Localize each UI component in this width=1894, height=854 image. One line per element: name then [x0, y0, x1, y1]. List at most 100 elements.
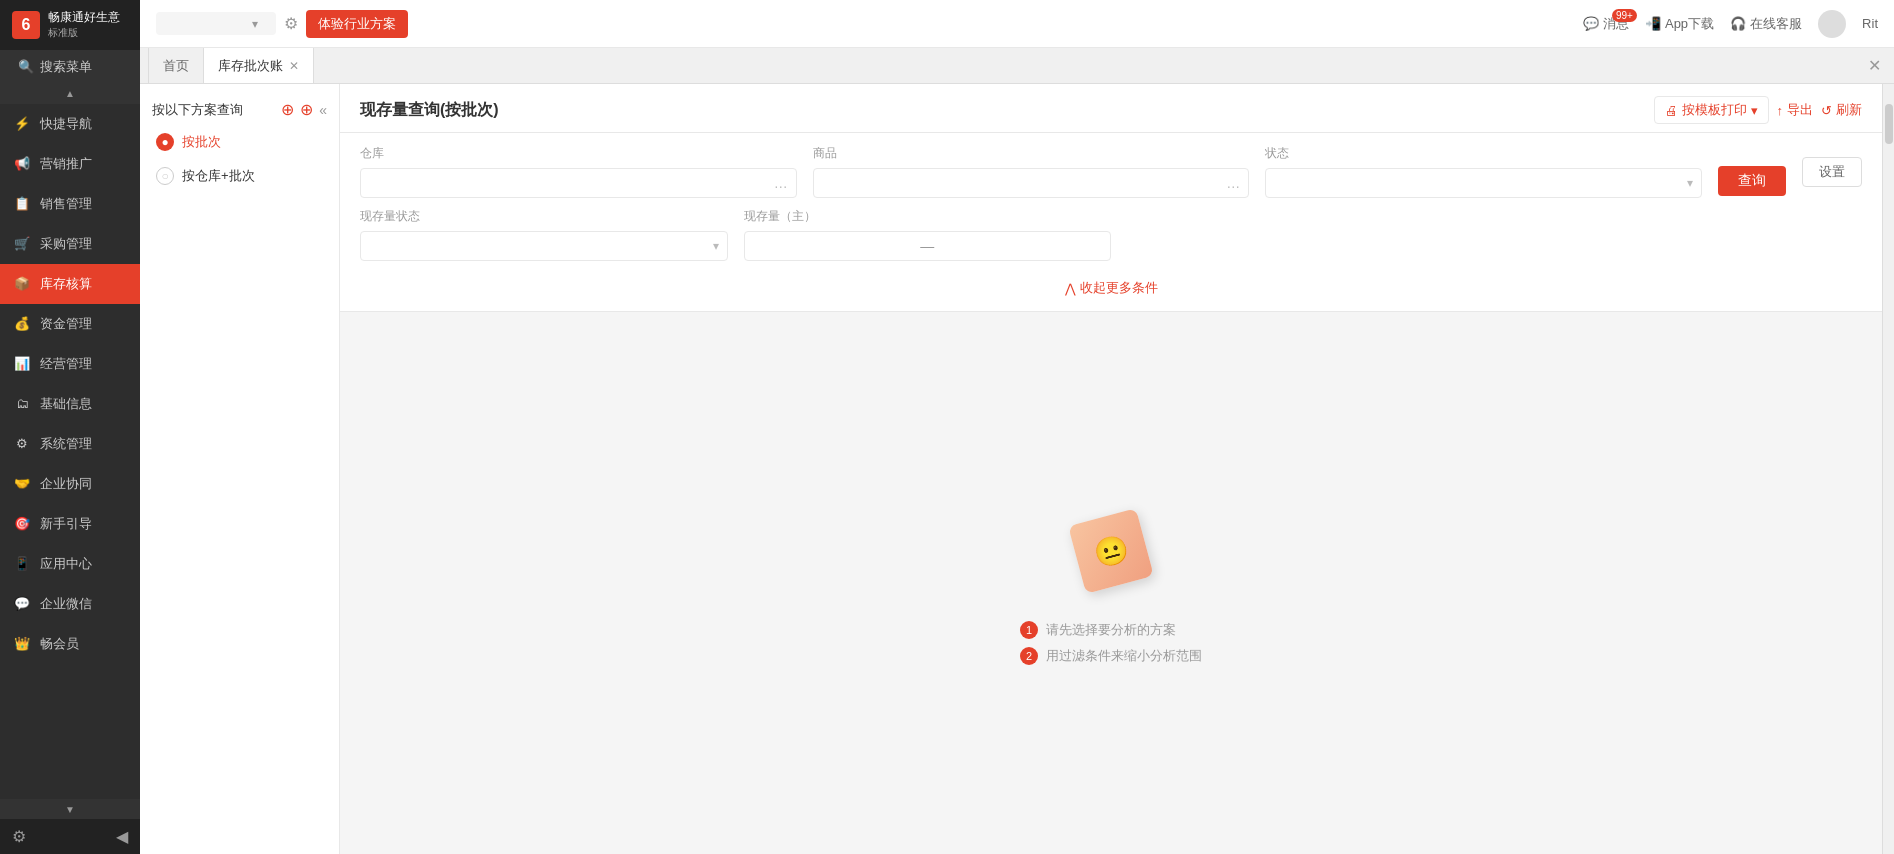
scheme-header-actions: ⊕ ⊕ «: [281, 100, 327, 119]
app-subtitle: 标准版: [48, 26, 120, 40]
query-button[interactable]: 查询: [1718, 166, 1786, 196]
warehouse-dots[interactable]: …: [774, 175, 788, 191]
scheme-collapse-icon[interactable]: «: [319, 102, 327, 118]
username-label[interactable]: Rit: [1862, 16, 1878, 31]
sidebar-item-member[interactable]: 👑 畅会员: [0, 624, 140, 664]
app-download-button[interactable]: 📲 App下载: [1645, 15, 1714, 33]
sidebar-scroll-down[interactable]: ▼: [0, 799, 140, 819]
empty-state: 😐 1 请先选择要分析的方案 2 用过滤条件来缩小分析范围: [1020, 501, 1202, 665]
print-button[interactable]: 🖨 按模板打印 ▾: [1654, 96, 1769, 124]
inventory-status-chevron: ▾: [713, 239, 719, 253]
refresh-icon: ↺: [1821, 103, 1832, 118]
finance-icon: 💰: [12, 314, 32, 334]
hint-number-2: 2: [1020, 647, 1038, 665]
scheme-item-by-batch[interactable]: ● 按批次: [140, 125, 339, 159]
sidebar-item-label: 畅会员: [40, 635, 79, 653]
hint-item-2: 2 用过滤条件来缩小分析范围: [1020, 647, 1202, 665]
topbar-search-input[interactable]: [166, 16, 246, 31]
scheme-item-by-warehouse-batch[interactable]: ○ 按仓库+批次: [140, 159, 339, 193]
basic-icon: 🗂: [12, 394, 32, 414]
service-icon: 🎧: [1730, 16, 1746, 31]
settings-footer-icon[interactable]: ⚙: [12, 827, 26, 846]
collapse-row[interactable]: ⋀ 收起更多条件: [360, 271, 1862, 299]
message-button[interactable]: 💬 消息 99+: [1583, 15, 1629, 33]
sidebar-item-sales[interactable]: 📋 销售管理: [0, 184, 140, 224]
sidebar-item-shortcut[interactable]: ⚡ 快捷导航: [0, 104, 140, 144]
sidebar-item-marketing[interactable]: 📢 营销推广: [0, 144, 140, 184]
trial-button[interactable]: 体验行业方案: [306, 10, 408, 38]
scheme-active-dot: ●: [156, 133, 174, 151]
sidebar-item-finance[interactable]: 💰 资金管理: [0, 304, 140, 344]
empty-face-icon: 😐: [1090, 531, 1132, 572]
sidebar-item-label: 新手引导: [40, 515, 92, 533]
sidebar-item-label: 资金管理: [40, 315, 92, 333]
inventory-qty-min-input[interactable]: [753, 239, 917, 254]
filter-row-1: 仓库 … 商品 … 状态: [360, 145, 1862, 198]
apps-icon: 📱: [12, 554, 32, 574]
refresh-button[interactable]: ↺ 刷新: [1821, 101, 1862, 119]
collapse-label: 收起更多条件: [1080, 279, 1158, 297]
close-all-tabs-button[interactable]: ✕: [1862, 54, 1886, 78]
empty-icon-wrap: 😐: [1061, 501, 1161, 601]
page-header: 现存量查询(按批次) 🖨 按模板打印 ▾ ↑ 导出 ↺ 刷新: [340, 84, 1882, 133]
search-menu[interactable]: 🔍 搜索菜单: [0, 50, 140, 84]
goods-label: 商品: [813, 145, 1250, 162]
add-scheme-icon[interactable]: ⊕: [281, 100, 294, 119]
sidebar-item-newbie[interactable]: 🎯 新手引导: [0, 504, 140, 544]
empty-icon-box: 😐: [1068, 508, 1154, 594]
export-button[interactable]: ↑ 导出: [1777, 101, 1814, 119]
scheme-settings-icon[interactable]: ⊕: [300, 100, 313, 119]
inventory-qty-max-input[interactable]: [938, 239, 1102, 254]
sidebar-item-label: 应用中心: [40, 555, 92, 573]
sales-icon: 📋: [12, 194, 32, 214]
inventory-status-select[interactable]: [369, 239, 709, 254]
goods-input[interactable]: [822, 176, 1227, 191]
tab-close-icon[interactable]: ✕: [289, 59, 299, 73]
sidebar-item-basic[interactable]: 🗂 基础信息: [0, 384, 140, 424]
sidebar-item-enterprise[interactable]: 🤝 企业协同: [0, 464, 140, 504]
goods-input-wrap[interactable]: …: [813, 168, 1250, 198]
wechat-icon: 💬: [12, 594, 32, 614]
status-select-wrap[interactable]: ▾: [1265, 168, 1702, 198]
scrollbar-thumb: [1885, 104, 1893, 144]
scheme-item-label: 按仓库+批次: [182, 167, 255, 185]
sidebar-item-wechat[interactable]: 💬 企业微信: [0, 584, 140, 624]
settings-button[interactable]: 设置: [1802, 157, 1862, 187]
warehouse-input-wrap[interactable]: …: [360, 168, 797, 198]
sidebar-item-label: 快捷导航: [40, 115, 92, 133]
inventory-qty-label: 现存量（主）: [744, 208, 1112, 225]
print-label: 按模板打印: [1682, 101, 1747, 119]
inventory-qty-group: 现存量（主） —: [744, 208, 1112, 261]
sidebar-item-system[interactable]: ⚙ 系统管理: [0, 424, 140, 464]
member-icon: 👑: [12, 634, 32, 654]
service-button[interactable]: 🎧 在线客服: [1730, 15, 1802, 33]
topbar-gear-icon[interactable]: ⚙: [284, 14, 298, 33]
topbar-search-chevron: ▾: [252, 17, 258, 31]
purchase-icon: 🛒: [12, 234, 32, 254]
sidebar-item-label: 采购管理: [40, 235, 92, 253]
inventory-qty-wrap: —: [744, 231, 1112, 261]
inventory-status-wrap[interactable]: ▾: [360, 231, 728, 261]
status-select[interactable]: [1274, 176, 1683, 191]
goods-dots[interactable]: …: [1226, 175, 1240, 191]
user-avatar[interactable]: [1818, 10, 1846, 38]
sidebar-item-ops[interactable]: 📊 经营管理: [0, 344, 140, 384]
tabbar: 首页 库存批次账 ✕ ✕: [140, 48, 1894, 84]
sidebar-scroll-up[interactable]: ▲: [0, 84, 140, 104]
tab-inventory-batch[interactable]: 库存批次账 ✕: [204, 48, 314, 83]
tab-home[interactable]: 首页: [148, 48, 204, 83]
sidebar-item-label: 企业微信: [40, 595, 92, 613]
topbar-right: 💬 消息 99+ 📲 App下载 🎧 在线客服 Rit: [1583, 10, 1878, 38]
collapse-sidebar-icon[interactable]: ◀: [116, 827, 128, 846]
logo-char: 6: [22, 16, 31, 34]
sidebar-item-apps[interactable]: 📱 应用中心: [0, 544, 140, 584]
sidebar-item-purchase[interactable]: 🛒 采购管理: [0, 224, 140, 264]
topbar-search[interactable]: ▾: [156, 12, 276, 35]
sidebar-item-inventory[interactable]: 📦 库存核算: [0, 264, 140, 304]
inventory-icon: 📦: [12, 274, 32, 294]
warehouse-input[interactable]: [369, 176, 774, 191]
sidebar-item-label: 营销推广: [40, 155, 92, 173]
collapse-up-icon: ⋀: [1065, 281, 1076, 296]
right-scrollbar[interactable]: [1882, 84, 1894, 854]
print-chevron: ▾: [1751, 103, 1758, 118]
